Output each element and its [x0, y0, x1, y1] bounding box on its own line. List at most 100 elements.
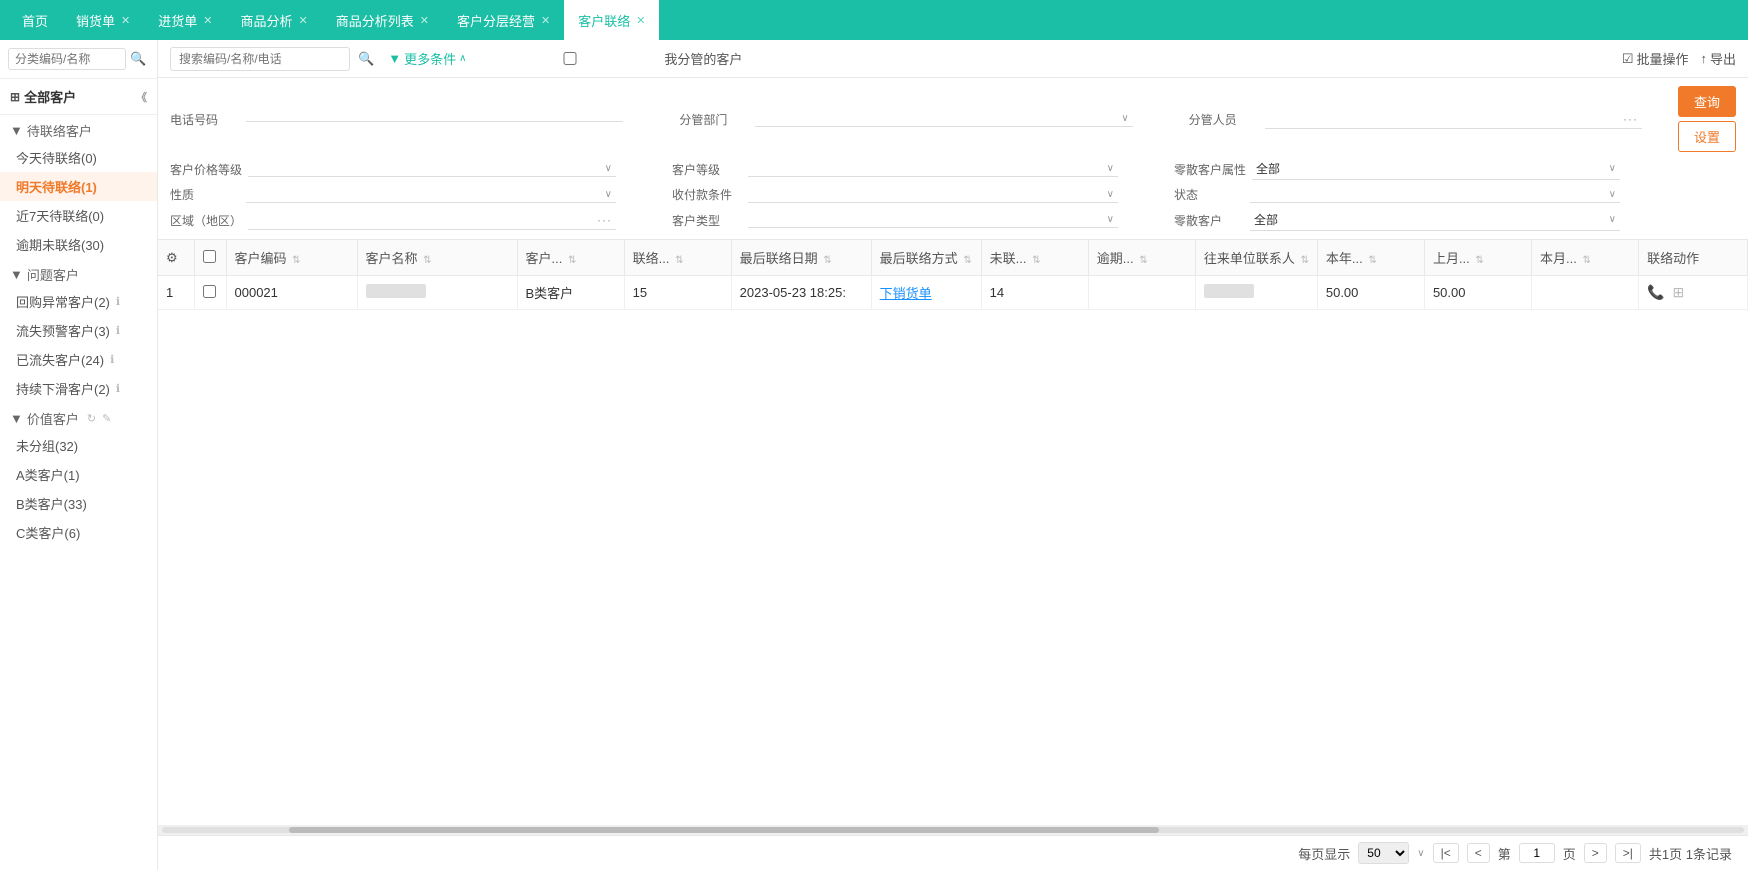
filter-field-status: 状态 ∨ [1174, 186, 1620, 203]
collapse-icon[interactable]: 《 [136, 89, 147, 105]
sidebar-item-abnormal-repurchase[interactable]: 回购异常客户(2) ℹ [0, 287, 157, 316]
col-last-month[interactable]: 上月... ⇅ [1424, 240, 1531, 276]
customer-table: ⚙ 客户编码 ⇅ 客户名称 ⇅ [158, 240, 1748, 310]
nav-home[interactable]: 首页 [8, 0, 62, 40]
info-icon: ℹ [116, 382, 120, 395]
nav-close-icon[interactable]: ✕ [203, 14, 212, 27]
scrollbar-thumb[interactable] [289, 827, 1159, 833]
nav-close-icon[interactable]: ✕ [299, 14, 308, 27]
sidebar-item-today[interactable]: 今天待联络(0) [0, 143, 157, 172]
cell-last-method[interactable]: 下销货单 [871, 276, 981, 310]
col-last-method[interactable]: 最后联络方式 ⇅ [871, 240, 981, 276]
content-area: 🔍 ▼ 更多条件 ∧ 我分管的客户 ☑ 批量操作 ↑ 导出 [158, 40, 1748, 870]
sidebar-item-class-a[interactable]: A类客户(1) [0, 460, 157, 489]
nav-close-icon[interactable]: ✕ [541, 14, 550, 27]
my-customers-checkbox-label[interactable]: 我分管的客户 [480, 49, 742, 68]
sidebar-item-ungrouped[interactable]: 未分组(32) [0, 431, 157, 460]
sort-icon: ⇅ [1139, 255, 1147, 266]
sidebar-search-input[interactable] [8, 48, 126, 70]
more-conditions-btn[interactable]: ▼ 更多条件 ∧ [382, 46, 472, 71]
sidebar-item-7days[interactable]: 近7天待联络(0) [0, 201, 157, 230]
cell-this-month [1532, 276, 1639, 310]
row-checkbox[interactable] [203, 285, 216, 298]
sidebar-item-class-c[interactable]: C类客户(6) [0, 518, 157, 547]
col-contacts[interactable]: 联络... ⇅ [624, 240, 731, 276]
cell-checkbox[interactable] [194, 276, 226, 310]
col-last-date[interactable]: 最后联络日期 ⇅ [731, 240, 871, 276]
chevron-icon: ∧ [459, 53, 466, 64]
nav-customer-contact[interactable]: 客户联络 ✕ [564, 0, 659, 40]
sidebar-group-problem[interactable]: ▼ 问题客户 [0, 259, 157, 287]
nav-customer-tiering[interactable]: 客户分层经营 ✕ [443, 0, 564, 40]
col-not-contacted[interactable]: 未联... ⇅ [981, 240, 1088, 276]
sidebar-search-icon[interactable]: 🔍 [130, 51, 146, 67]
filter-field-customer-type: 客户类型 ∨ [672, 212, 1118, 229]
chevron-down-icon: ∨ [1107, 189, 1114, 200]
nav-sales-order[interactable]: 销货单 ✕ [62, 0, 144, 40]
set-button[interactable]: 设置 [1678, 121, 1736, 152]
table-area: ⚙ 客户编码 ⇅ 客户名称 ⇅ [158, 240, 1748, 825]
sidebar-item-declining[interactable]: 持续下滑客户(2) ℹ [0, 374, 157, 403]
nav-close-icon[interactable]: ✕ [636, 14, 645, 27]
action-phone-icon[interactable]: 📞 [1647, 284, 1664, 301]
sidebar-item-churn-warning[interactable]: 流失预警客户(3) ℹ [0, 316, 157, 345]
col-settings[interactable]: ⚙ [158, 240, 194, 276]
cell-name[interactable] [357, 276, 517, 310]
chevron-down-icon: ∨ [1107, 214, 1114, 225]
contact-method-link[interactable]: 下销货单 [880, 286, 932, 301]
export-btn[interactable]: ↑ 导出 [1700, 49, 1736, 68]
sidebar-group-value[interactable]: ▼ 价值客户 ↻ ✎ [0, 403, 157, 431]
info-icon: ℹ [116, 324, 120, 337]
edit-icon[interactable]: ✎ [102, 412, 111, 425]
col-this-month[interactable]: 本月... ⇅ [1532, 240, 1639, 276]
sidebar-group-pending[interactable]: ▼ 待联络客户 [0, 115, 157, 143]
query-button[interactable]: 查询 [1678, 86, 1736, 117]
horizontal-scrollbar[interactable] [158, 825, 1748, 835]
col-type[interactable]: 客户... ⇅ [517, 240, 624, 276]
col-code[interactable]: 客户编码 ⇅ [226, 240, 357, 276]
search-icon[interactable]: 🔍 [358, 51, 374, 67]
arrow-down-icon: ▼ [10, 267, 23, 282]
adv-filter-row-3: 性质 ∨ 收付款条件 ∨ 状态 ∨ [170, 186, 1736, 203]
nav-product-analysis[interactable]: 商品分析 ✕ [226, 0, 321, 40]
nav-product-analysis-list[interactable]: 商品分析列表 ✕ [322, 0, 443, 40]
adv-filter-row-2: 客户价格等级 ∨ 客户等级 ∨ 零散客户属性 全部 [170, 158, 1736, 180]
sidebar-item-overdue[interactable]: 逾期未联络(30) [0, 230, 157, 259]
nav-close-icon[interactable]: ✕ [121, 14, 130, 27]
page-number-input[interactable] [1519, 843, 1555, 863]
select-all-checkbox[interactable] [203, 250, 216, 263]
prev-page-btn[interactable]: < [1467, 843, 1490, 863]
page-label: 第 [1498, 844, 1511, 863]
next-page-btn[interactable]: > [1584, 843, 1607, 863]
nav-close-icon[interactable]: ✕ [420, 14, 429, 27]
per-page-label: 每页显示 [1298, 844, 1350, 863]
cell-action: 📞 ⊞ [1639, 276, 1748, 310]
col-this-year[interactable]: 本年... ⇅ [1317, 240, 1424, 276]
sidebar-item-churned[interactable]: 已流失客户(24) ℹ [0, 345, 157, 374]
last-page-btn[interactable]: >| [1615, 843, 1641, 863]
first-page-btn[interactable]: |< [1433, 843, 1459, 863]
table-footer: 每页显示 50 100 200 ∨ |< < 第 页 > >| 共1页 1条记录 [158, 835, 1748, 870]
search-input[interactable] [170, 47, 350, 71]
col-overdue[interactable]: 逾期... ⇅ [1088, 240, 1195, 276]
per-page-select[interactable]: 50 100 200 [1358, 842, 1409, 864]
col-unit-contacts[interactable]: 往来单位联系人 ⇅ [1195, 240, 1317, 276]
chevron-down-icon: ∨ [605, 163, 612, 174]
sidebar-item-class-b[interactable]: B类客户(33) [0, 489, 157, 518]
adv-filter-panel: 电话号码 分管部门 ∨ 分管人员 ··· [158, 78, 1748, 240]
settings-icon[interactable]: ⚙ [166, 250, 178, 265]
sidebar-all-customers[interactable]: ⊞ 全部客户 《 [0, 79, 157, 115]
more-icon: ··· [597, 213, 612, 227]
refresh-icon[interactable]: ↻ [87, 412, 96, 425]
nav-purchase-order[interactable]: 进货单 ✕ [144, 0, 226, 40]
sort-icon: ⇅ [963, 255, 971, 266]
sidebar-search-area: 🔍 [0, 40, 157, 79]
my-customers-checkbox[interactable] [480, 52, 660, 65]
col-checkbox[interactable] [194, 240, 226, 276]
sort-icon: ⇅ [823, 255, 831, 266]
filter-field-customer-level: 客户等级 ∨ [672, 161, 1118, 178]
col-name[interactable]: 客户名称 ⇅ [357, 240, 517, 276]
sidebar-item-tomorrow[interactable]: 明天待联络(1) [0, 172, 157, 201]
batch-op-btn[interactable]: ☑ 批量操作 [1622, 49, 1689, 68]
action-grid-icon[interactable]: ⊞ [1673, 284, 1685, 301]
